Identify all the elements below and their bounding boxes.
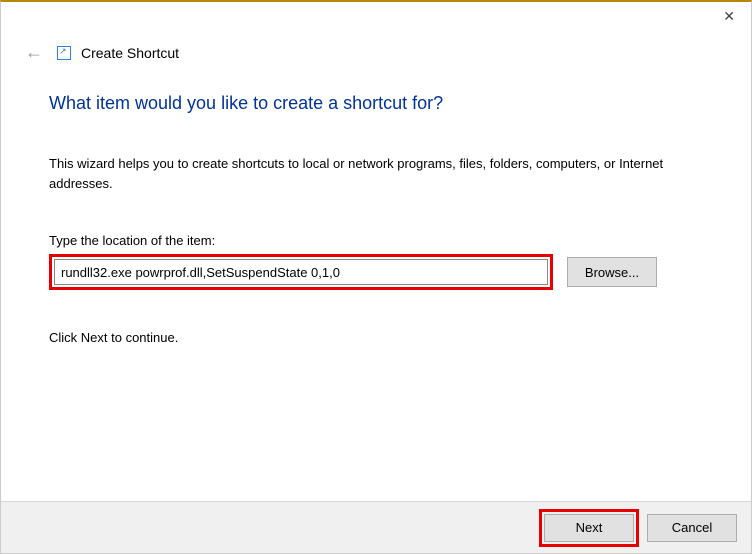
wizard-header: ← Create Shortcut bbox=[1, 32, 751, 63]
next-button[interactable]: Next bbox=[544, 514, 634, 542]
close-icon[interactable]: ✕ bbox=[723, 8, 735, 25]
browse-button[interactable]: Browse... bbox=[567, 257, 657, 287]
wizard-question: What item would you like to create a sho… bbox=[49, 93, 703, 114]
cancel-button[interactable]: Cancel bbox=[647, 514, 737, 542]
titlebar: ✕ bbox=[1, 2, 751, 32]
location-input[interactable] bbox=[54, 259, 548, 285]
location-highlight bbox=[49, 254, 553, 290]
shortcut-icon bbox=[57, 46, 71, 60]
wizard-content: What item would you like to create a sho… bbox=[1, 63, 751, 345]
next-highlight: Next bbox=[539, 509, 639, 547]
location-label: Type the location of the item: bbox=[49, 233, 703, 248]
wizard-description: This wizard helps you to create shortcut… bbox=[49, 154, 703, 193]
wizard-footer: Next Cancel bbox=[1, 501, 751, 553]
wizard-title: Create Shortcut bbox=[81, 45, 179, 61]
back-arrow-icon: ← bbox=[21, 42, 47, 63]
location-row: Browse... bbox=[49, 254, 703, 290]
continue-hint: Click Next to continue. bbox=[49, 330, 703, 345]
